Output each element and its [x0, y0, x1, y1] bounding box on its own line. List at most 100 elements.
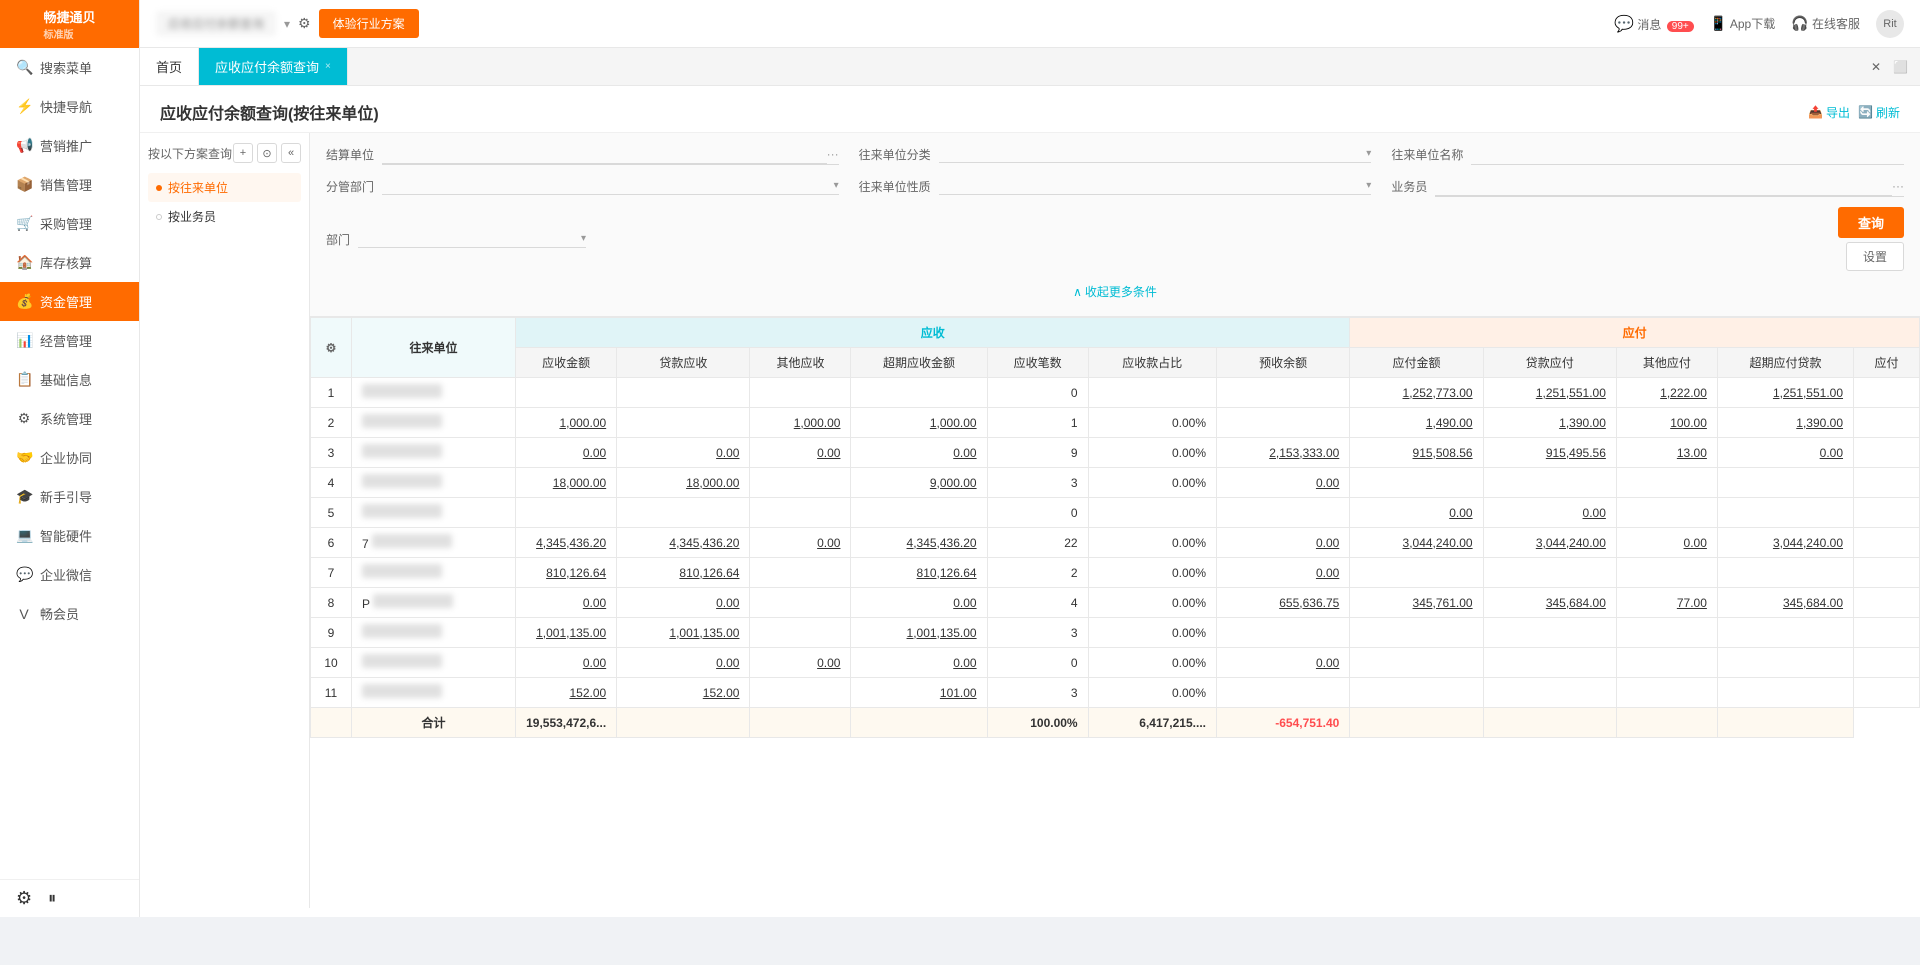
scheme-item-0[interactable]: 按往来单位 [148, 173, 301, 202]
cell-link[interactable]: 0.00 [1316, 566, 1339, 580]
table-settings-icon[interactable]: ⚙ [321, 338, 341, 358]
tab-close-window-icon[interactable]: ✕ [1871, 60, 1881, 74]
sidebar-item-企业协同[interactable]: 🤝企业协同 [0, 438, 139, 477]
cell-link[interactable]: 1,000.00 [794, 416, 841, 430]
app-download-link[interactable]: 📱 App下载 [1710, 15, 1775, 32]
cell-link[interactable]: 0.00 [817, 446, 840, 460]
edit-scheme-icon[interactable]: ⊙ [257, 143, 277, 163]
tab-close-icon[interactable]: × [325, 61, 331, 72]
export-button[interactable]: 📤 导出 [1808, 104, 1850, 121]
cell-link[interactable]: 1,390.00 [1559, 416, 1606, 430]
cell-link[interactable]: 77.00 [1677, 596, 1707, 610]
cell-link[interactable]: 810,126.64 [546, 566, 606, 580]
filter-select-department[interactable]: ▾ [382, 177, 839, 195]
cell-link[interactable]: 1,001,135.00 [907, 626, 977, 640]
cell-link[interactable]: 1,000.00 [930, 416, 977, 430]
cell-link[interactable]: 100.00 [1670, 416, 1707, 430]
cell-link[interactable]: 0.00 [1820, 446, 1843, 460]
cell-link[interactable]: 152.00 [569, 686, 606, 700]
cell-link[interactable]: 655,636.75 [1279, 596, 1339, 610]
settlement-dots-icon[interactable]: ··· [827, 147, 839, 161]
cell-link[interactable]: 345,761.00 [1413, 596, 1473, 610]
cell-link[interactable]: 345,684.00 [1546, 596, 1606, 610]
sidebar-item-库存核算[interactable]: 🏠库存核算 [0, 243, 139, 282]
add-scheme-icon[interactable]: + [233, 143, 253, 163]
cell-link[interactable]: 4,345,436.20 [669, 536, 739, 550]
cell-link[interactable]: 0.00 [953, 656, 976, 670]
cell-link[interactable]: 2,153,333.00 [1269, 446, 1339, 460]
cell-link[interactable]: 0.00 [716, 446, 739, 460]
cell-link[interactable]: 0.00 [716, 656, 739, 670]
cell-link[interactable]: 810,126.64 [679, 566, 739, 580]
cell-link[interactable]: 0.00 [583, 656, 606, 670]
sidebar-item-系统管理[interactable]: ⚙系统管理 [0, 399, 139, 438]
cell-link[interactable]: 1,222.00 [1660, 386, 1707, 400]
cell-link[interactable]: 810,126.64 [917, 566, 977, 580]
cell-link[interactable]: 1,001,135.00 [536, 626, 606, 640]
cell-link[interactable]: 18,000.00 [553, 476, 606, 490]
sidebar-item-经营管理[interactable]: 📊经营管理 [0, 321, 139, 360]
cell-link[interactable]: 18,000.00 [686, 476, 739, 490]
cell-link[interactable]: 1,252,773.00 [1403, 386, 1473, 400]
cell-link[interactable]: 0.00 [1583, 506, 1606, 520]
cell-link[interactable]: 152.00 [703, 686, 740, 700]
cell-link[interactable]: 4,345,436.20 [907, 536, 977, 550]
cell-link[interactable]: 345,684.00 [1783, 596, 1843, 610]
online-service-link[interactable]: 🎧 在线客服 [1791, 15, 1860, 32]
sidebar-item-基础信息[interactable]: 📋基础信息 [0, 360, 139, 399]
sidebar-item-快捷导航[interactable]: ⚡快捷导航 [0, 87, 139, 126]
scheme-item-1[interactable]: 按业务员 [148, 202, 301, 231]
tab-home[interactable]: 首页 [140, 48, 199, 85]
sidebar-item-智能硬件[interactable]: 💻智能硬件 [0, 516, 139, 555]
sidebar-item-企业微信[interactable]: 💬企业微信 [0, 555, 139, 594]
sidebar-item-采购管理[interactable]: 🛒采购管理 [0, 204, 139, 243]
cell-link[interactable]: 101.00 [940, 686, 977, 700]
salesperson-dots-icon[interactable]: ··· [1892, 179, 1904, 193]
cell-link[interactable]: 0.00 [817, 656, 840, 670]
settings-gear-icon[interactable]: ⚙ [16, 888, 32, 909]
filter-select-partner-type[interactable]: ▾ [939, 177, 1372, 195]
collapse-scheme-icon[interactable]: « [281, 143, 301, 163]
sidebar-item-新手引导[interactable]: 🎓新手引导 [0, 477, 139, 516]
sidebar-item-资金管理[interactable]: 💰资金管理 [0, 282, 139, 321]
user-avatar[interactable]: Rit [1876, 10, 1904, 38]
cell-link[interactable]: 1,390.00 [1796, 416, 1843, 430]
collapse-button[interactable]: ∧ 收起更多条件 [326, 279, 1904, 304]
query-button[interactable]: 查询 [1838, 207, 1904, 238]
cell-link[interactable]: 0.00 [583, 596, 606, 610]
cell-link[interactable]: 3,044,240.00 [1536, 536, 1606, 550]
cell-link[interactable]: 0.00 [1449, 506, 1472, 520]
cell-link[interactable]: 0.00 [1316, 536, 1339, 550]
cell-link[interactable]: 1,001,135.00 [669, 626, 739, 640]
setting-button[interactable]: 设置 [1846, 242, 1904, 271]
cell-link[interactable]: 915,495.56 [1546, 446, 1606, 460]
cell-link[interactable]: 0.00 [953, 446, 976, 460]
filter-input-partner-name[interactable] [1471, 144, 1904, 165]
sidebar-item-营销推广[interactable]: 📢营销推广 [0, 126, 139, 165]
message-link[interactable]: 💬 消息 99+ [1614, 14, 1694, 34]
refresh-button[interactable]: 🔄 刷新 [1858, 104, 1900, 121]
cell-link[interactable]: 0.00 [953, 596, 976, 610]
settings-icon[interactable]: ⚙ [298, 15, 311, 32]
cell-link[interactable]: 915,508.56 [1413, 446, 1473, 460]
cell-link[interactable]: 3,044,240.00 [1403, 536, 1473, 550]
filter-select-dept[interactable]: ▾ [358, 230, 586, 248]
cell-link[interactable]: 1,000.00 [559, 416, 606, 430]
cell-link[interactable]: 4,345,436.20 [536, 536, 606, 550]
cell-link[interactable]: 0.00 [716, 596, 739, 610]
sidebar-item-销售管理[interactable]: 📦销售管理 [0, 165, 139, 204]
sidebar-item-畅会员[interactable]: V畅会员 [0, 594, 139, 633]
sidebar-item-搜索菜单[interactable]: 🔍搜索菜单 [0, 48, 139, 87]
filter-input-settlement[interactable] [382, 143, 827, 164]
cell-link[interactable]: 1,490.00 [1426, 416, 1473, 430]
tab-expand-icon[interactable]: ⬜ [1893, 60, 1908, 74]
cell-link[interactable]: 13.00 [1677, 446, 1707, 460]
breadcrumb-arrow-icon[interactable]: ▾ [284, 17, 290, 31]
tab-active[interactable]: 应收应付余额查询 × [199, 48, 348, 85]
cell-link[interactable]: 9,000.00 [930, 476, 977, 490]
cell-link[interactable]: 1,251,551.00 [1536, 386, 1606, 400]
filter-input-salesperson[interactable] [1435, 175, 1892, 196]
industry-solution-button[interactable]: 体验行业方案 [319, 9, 419, 38]
cell-link[interactable]: 0.00 [817, 536, 840, 550]
cell-link[interactable]: 0.00 [583, 446, 606, 460]
